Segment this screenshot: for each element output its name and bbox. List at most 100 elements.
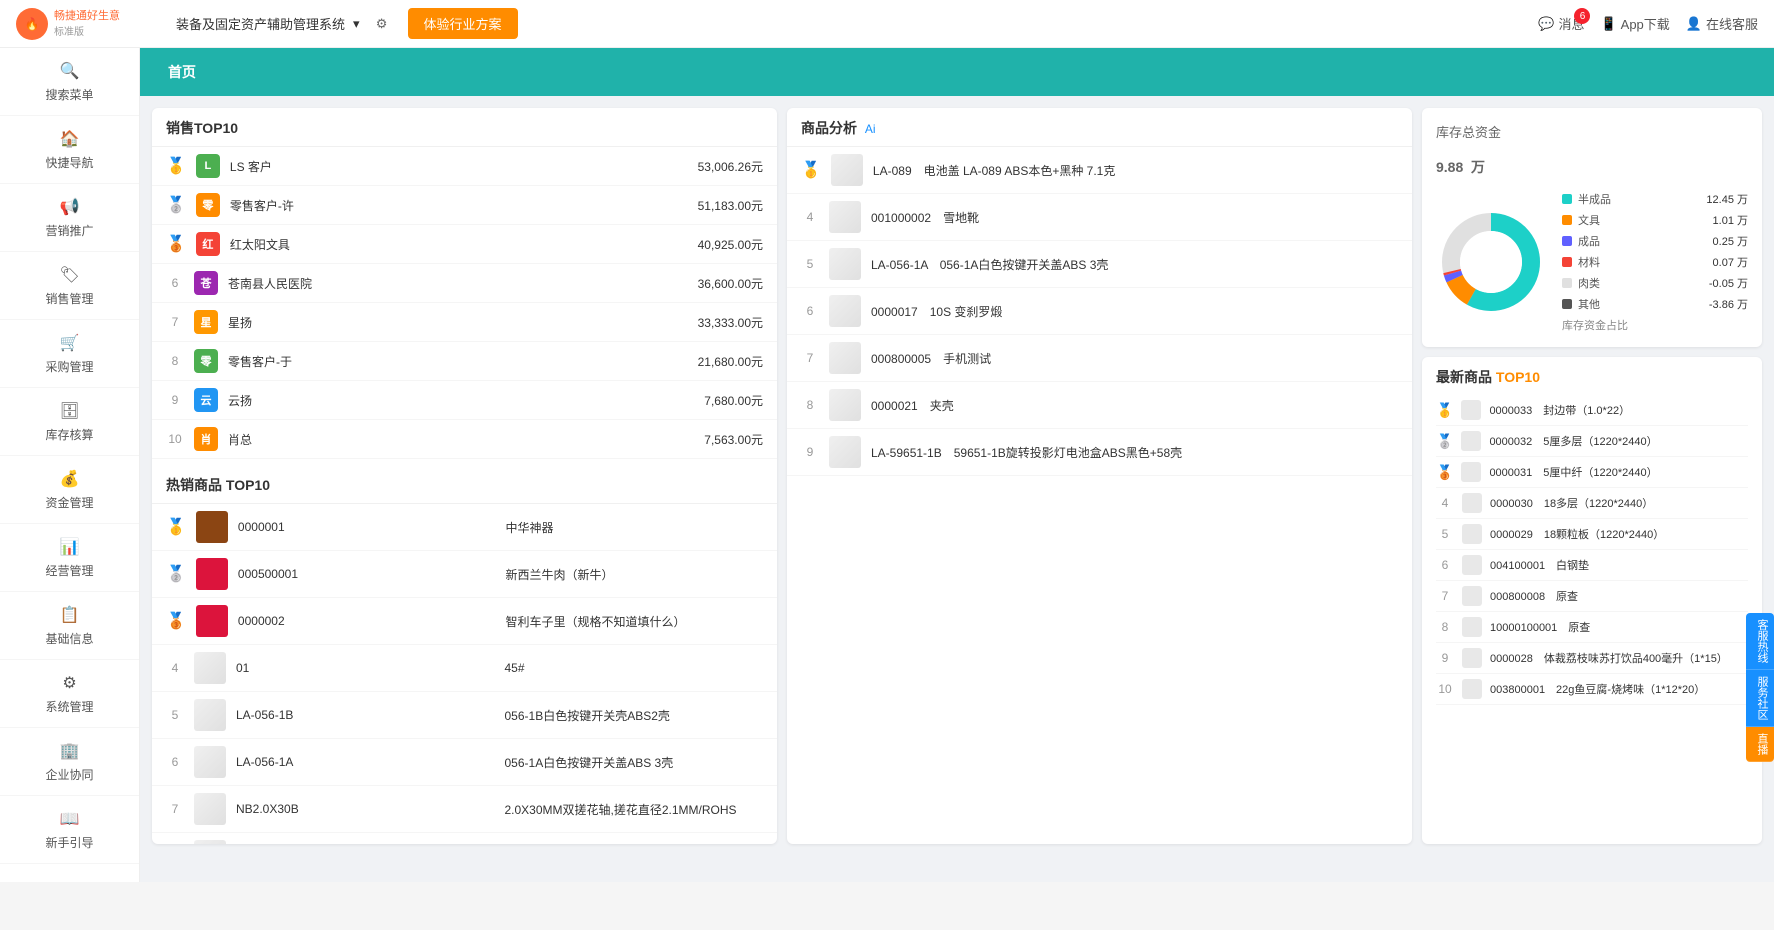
app-download-button[interactable]: 📱 App下载	[1600, 14, 1669, 33]
product-image	[1461, 400, 1481, 420]
sidebar-label-inventory: 库存核算	[45, 426, 93, 443]
product-info: 000800005 手机测试	[871, 350, 1398, 367]
legend-label: 材料	[1578, 254, 1699, 270]
legend-value: -0.05 万	[1709, 275, 1748, 291]
sidebar-item-system[interactable]: ⚙ 系统管理	[0, 660, 139, 728]
sidebar-item-purchase[interactable]: 🛒 采购管理	[0, 320, 139, 388]
avatar: L	[196, 154, 220, 178]
product-image	[1462, 679, 1482, 699]
avatar: 红	[196, 232, 220, 256]
sidebar-item-guide[interactable]: 📖 新手引导	[0, 796, 139, 864]
rank-num: 9	[166, 393, 184, 407]
sidebar-item-operation[interactable]: 📊 经营管理	[0, 524, 139, 592]
rank-num: 5	[1436, 527, 1454, 541]
sidebar-item-sales[interactable]: 🏷 销售管理	[0, 252, 139, 320]
message-icon: 💬	[1538, 16, 1554, 32]
cs-hotline-button[interactable]: 客服热线	[1746, 613, 1774, 670]
product-code: 000500001	[238, 567, 496, 581]
latest-products-card: 最新商品 TOP10 🥇 0000033 封边带（1.0*22） 🥈 00000…	[1422, 357, 1762, 844]
medal-icon: 🥇	[801, 160, 821, 180]
product-image	[1461, 431, 1481, 451]
corp-icon: 🏢	[59, 740, 81, 762]
top-customers-title: 销售TOP10	[152, 108, 777, 147]
list-item: 9 LA-59651-1B 59651-1B旋转投影灯电池盒ABS黑色+58壳	[787, 429, 1412, 476]
page-header: 首页	[140, 48, 1774, 96]
list-item: 7 星 星扬 33,333.00元	[152, 303, 777, 342]
product-analysis-title: 商品分析 Ai	[787, 108, 1412, 147]
list-item: 🥈 零 零售客户-许 51,183.00元	[152, 186, 777, 225]
product-name: 2.0X30MM双搓花轴,搓花直径2.1MM/ROHS	[505, 801, 764, 818]
sidebar-item-inventory[interactable]: 🗄 库存核算	[0, 388, 139, 456]
product-image	[831, 154, 863, 186]
settings-button[interactable]: ⚙	[368, 10, 396, 38]
sidebar-item-search[interactable]: 🔍 搜索菜单	[0, 48, 139, 116]
legend-dot	[1562, 236, 1572, 246]
legend-value: 12.45 万	[1706, 191, 1748, 207]
customer-name: 零售客户-于	[228, 353, 688, 370]
product-info: 0000030 18多层（1220*2440）	[1490, 495, 1748, 511]
search-icon: 🔍	[59, 60, 81, 82]
legend-value: 0.25 万	[1713, 233, 1748, 249]
product-info: 0000031 5厘中纤（1220*2440）	[1489, 464, 1748, 480]
sidebar-item-nav[interactable]: 🏠 快捷导航	[0, 116, 139, 184]
product-info: 0000021 夹壳	[871, 397, 1398, 414]
system-selector[interactable]: 装备及固定资产辅助管理系统 ▾	[176, 14, 360, 33]
customer-name: 肖总	[228, 431, 694, 448]
list-item: 4 0000030 18多层（1220*2440）	[1436, 488, 1748, 519]
sidebar-item-marketing[interactable]: 📢 营销推广	[0, 184, 139, 252]
product-image	[1462, 586, 1482, 606]
rank-num: 4	[1436, 496, 1454, 510]
customer-name: 星扬	[228, 314, 688, 331]
medal-icon: 🥉	[1436, 464, 1453, 481]
sidebar-item-corp[interactable]: 🏢 企业协同	[0, 728, 139, 796]
customer-value: 40,925.00元	[698, 236, 763, 253]
list-item: 8 零 零售客户-于 21,680.00元	[152, 342, 777, 381]
product-name: 新西兰牛肉（新牛）	[505, 566, 763, 583]
topbar-right: 💬 消息 6 📱 App下载 👤 在线客服	[1538, 14, 1758, 33]
rank-num: 9	[1436, 651, 1454, 665]
sidebar-label-system: 系统管理	[45, 698, 93, 715]
list-item: 🥉 红 红太阳文具 40,925.00元	[152, 225, 777, 264]
product-image	[1461, 462, 1481, 482]
sidebar-item-finance[interactable]: 💰 资金管理	[0, 456, 139, 524]
try-button[interactable]: 体验行业方案	[408, 8, 518, 39]
product-info: LA-056-1A 056-1A白色按键开关盖ABS 3壳	[871, 256, 1398, 273]
online-service-button[interactable]: 👤 在线客服	[1686, 14, 1758, 33]
customer-value: 21,680.00元	[698, 353, 763, 370]
medal-icon: 🥉	[166, 611, 186, 631]
legend-dot	[1562, 194, 1572, 204]
list-item: 8 0000021 夹壳	[787, 382, 1412, 429]
list-item: 10 肖 肖总 7,563.00元	[152, 420, 777, 459]
product-info: 0000028 体裁荔枝味苏打饮品400毫升（1*15）	[1490, 650, 1748, 666]
rank-num: 10	[1436, 682, 1454, 696]
legend-label: 半成品	[1578, 191, 1692, 207]
list-item: 🥇 0000033 封边带（1.0*22）	[1436, 395, 1748, 426]
cs-live-button[interactable]: 直播	[1746, 727, 1774, 762]
product-name: 智利车子里（规格不知道填什么）	[505, 613, 763, 630]
message-button[interactable]: 💬 消息 6	[1538, 14, 1584, 33]
customer-service-float: 客服热线 服务社区 直播	[1746, 613, 1774, 762]
guide-icon: 📖	[59, 808, 81, 830]
hot-products-list: 🥇 0000001 中华神器 🥈 000500001 新西兰牛肉（新牛） 🥉	[152, 504, 777, 844]
avatar: 零	[196, 193, 220, 217]
sidebar-label-nav: 快捷导航	[45, 154, 93, 171]
home-tab[interactable]: 首页	[160, 58, 204, 86]
cs-community-button[interactable]: 服务社区	[1746, 670, 1774, 727]
medal-icon: 🥇	[1436, 402, 1453, 419]
topbar: 🔥 畅捷通好生意 标准版 装备及固定资产辅助管理系统 ▾ ⚙ 体验行业方案 💬 …	[0, 0, 1774, 48]
list-item: 9 0000028 体裁荔枝味苏打饮品400毫升（1*15）	[1436, 643, 1748, 674]
list-item: 6 苍 苍南县人民医院 36,600.00元	[152, 264, 777, 303]
legend-value: -3.86 万	[1709, 296, 1748, 312]
top-customers-card: 销售TOP10 🥇 L LS 客户 53,006.26元 🥈 零 零售客户-许	[152, 108, 777, 844]
rank-num: 10	[166, 432, 184, 446]
customer-value: 33,333.00元	[698, 314, 763, 331]
customer-value: 51,183.00元	[698, 197, 763, 214]
marketing-icon: 📢	[59, 196, 81, 218]
dropdown-icon[interactable]: ▾	[353, 16, 360, 32]
sidebar-item-basic[interactable]: 📋 基础信息	[0, 592, 139, 660]
legend-dot	[1562, 299, 1572, 309]
inventory-total: 9.88 万	[1436, 147, 1748, 179]
sidebar: 🔍 搜索菜单 🏠 快捷导航 📢 营销推广 🏷 销售管理 🛒 采购管理 🗄 库存核…	[0, 48, 140, 882]
customer-value: 7,563.00元	[704, 431, 763, 448]
list-item: 🥇 LA-089 电池盖 LA-089 ABS本色+黑种 7.1克	[787, 147, 1412, 194]
